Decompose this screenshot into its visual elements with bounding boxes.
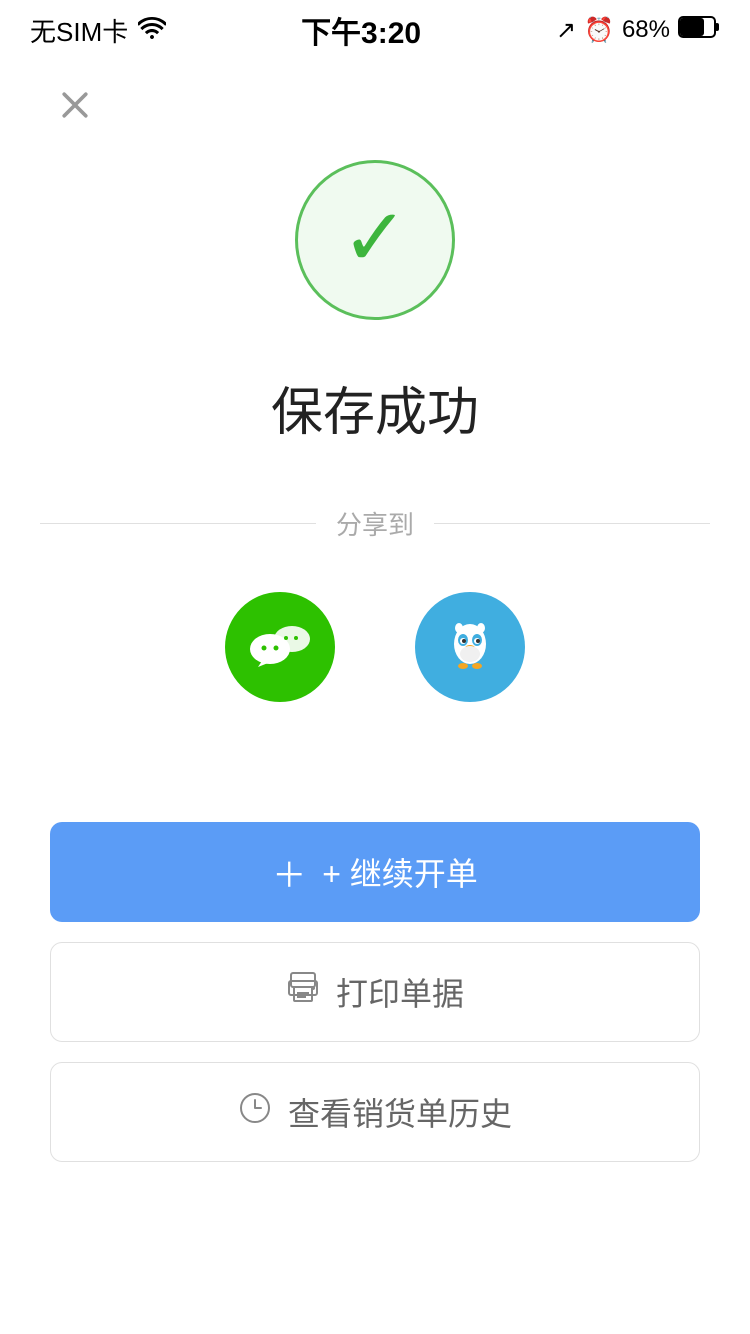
wechat-share-button[interactable]	[225, 592, 335, 702]
status-right: ↗ ⏰ 68%	[556, 16, 720, 45]
buttons-section: ＋ + 继续开单 打印单据	[0, 822, 750, 1162]
divider-right	[434, 523, 710, 524]
share-icons	[0, 592, 750, 702]
continue-label: + 继续开单	[322, 849, 478, 895]
alarm-icon: ⏰	[584, 16, 614, 45]
history-label: 查看销货单历史	[288, 1089, 512, 1135]
battery-percentage: 68%	[622, 16, 670, 44]
plus-icon: ＋	[272, 848, 306, 897]
history-button[interactable]: 查看销货单历史	[50, 1062, 700, 1162]
checkmark-icon: ✓	[341, 198, 408, 278]
print-icon	[286, 971, 320, 1014]
status-bar: 无SIM卡 下午3:20 ↗ ⏰ 68%	[0, 0, 750, 60]
carrier-text: 无SIM卡	[30, 12, 128, 49]
continue-button[interactable]: ＋ + 继续开单	[50, 822, 700, 922]
share-section: 分享到	[0, 505, 750, 712]
battery-icon	[678, 16, 720, 45]
print-label: 打印单据	[336, 969, 464, 1015]
success-title: 保存成功	[271, 370, 479, 445]
print-button[interactable]: 打印单据	[50, 942, 700, 1042]
close-button[interactable]	[50, 80, 100, 130]
location-icon: ↗	[556, 16, 576, 45]
main-content: ✓ 保存成功 分享到	[0, 60, 750, 1162]
wifi-icon	[138, 15, 166, 46]
share-divider: 分享到	[0, 505, 750, 542]
status-time: 下午3:20	[301, 8, 421, 52]
history-icon	[238, 1091, 272, 1134]
divider-left	[40, 523, 316, 524]
status-left: 无SIM卡	[30, 12, 166, 49]
share-label: 分享到	[316, 505, 434, 542]
qq-share-button[interactable]	[415, 592, 525, 702]
success-circle: ✓	[295, 160, 455, 320]
